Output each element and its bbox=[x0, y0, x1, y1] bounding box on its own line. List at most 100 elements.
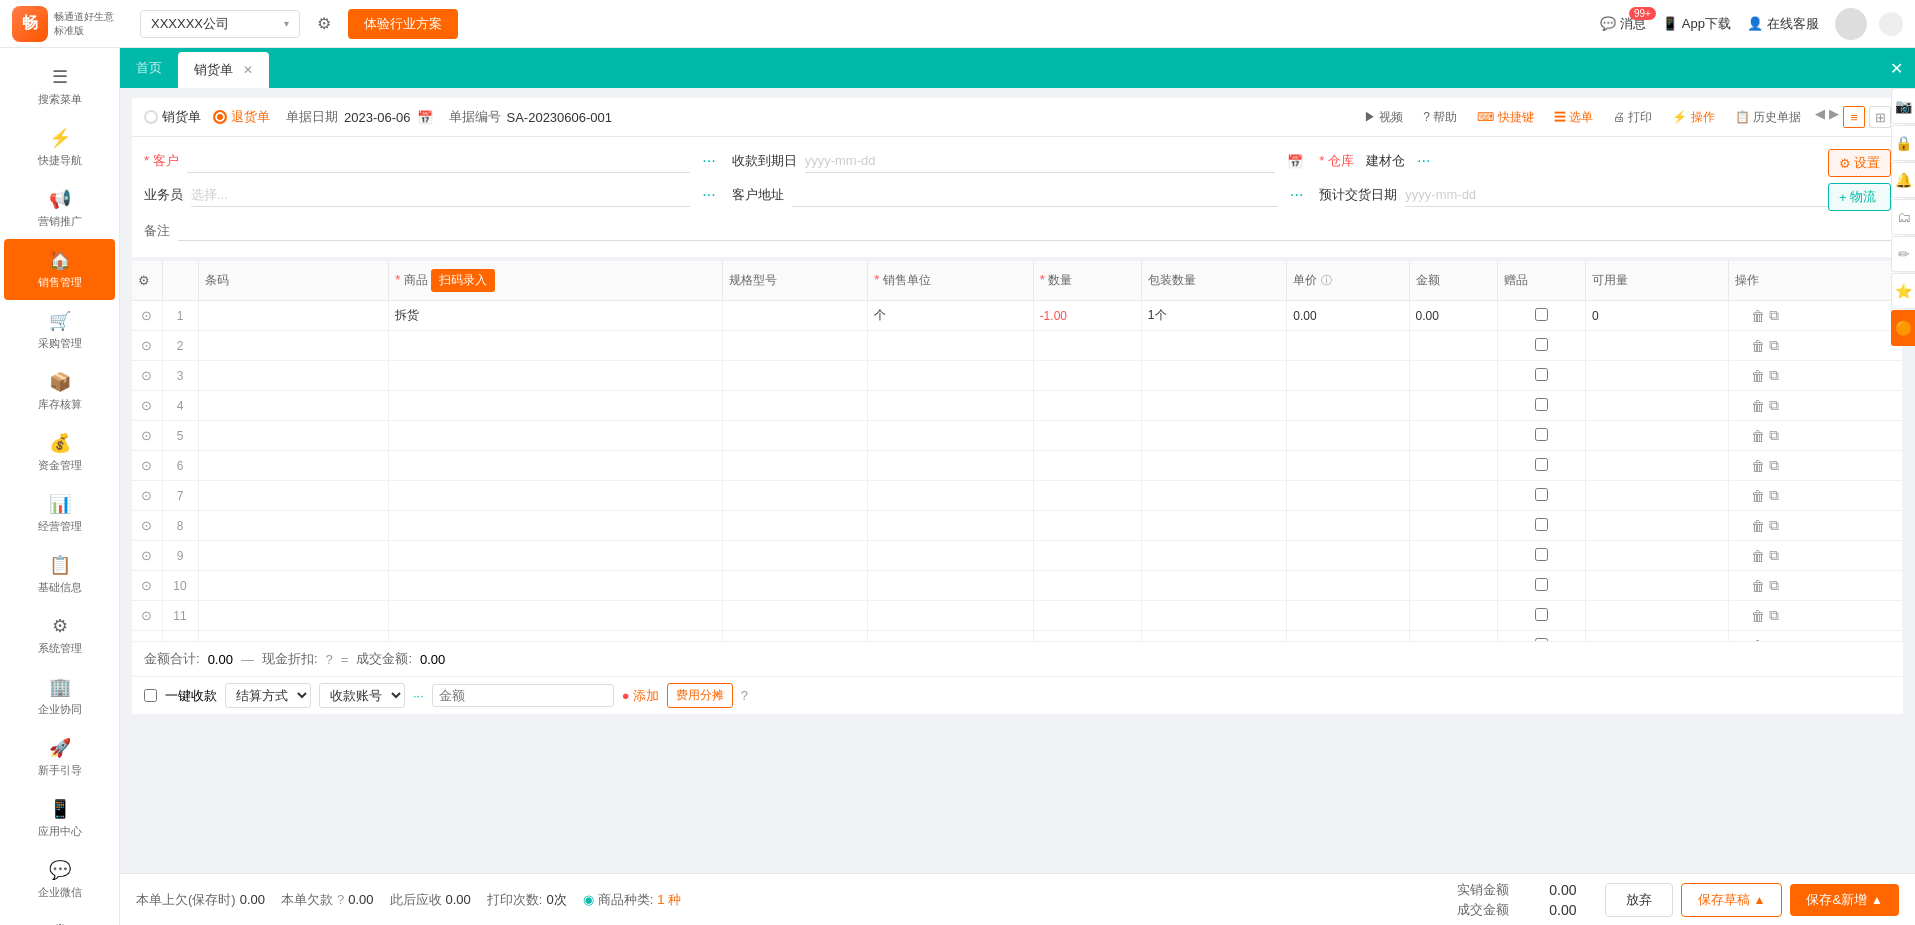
cell-unit-10[interactable] bbox=[868, 601, 1033, 631]
cell-qty-11[interactable] bbox=[1033, 631, 1141, 642]
customer-input[interactable] bbox=[187, 149, 691, 173]
cell-qty-9[interactable] bbox=[1033, 571, 1141, 601]
cell-pkg-9[interactable] bbox=[1141, 571, 1286, 601]
cell-gift-7[interactable] bbox=[1497, 511, 1585, 541]
cell-barcode-9[interactable] bbox=[198, 571, 389, 601]
payment-method-select[interactable]: 结算方式 bbox=[225, 683, 311, 708]
cell-pkg-7[interactable] bbox=[1141, 511, 1286, 541]
cell-spec-6[interactable] bbox=[722, 481, 867, 511]
cell-barcode-4[interactable] bbox=[198, 421, 389, 451]
salesperson-input[interactable] bbox=[191, 183, 690, 207]
cell-pkg-3[interactable] bbox=[1141, 391, 1286, 421]
cell-qty-3[interactable] bbox=[1033, 391, 1141, 421]
cell-spec-9[interactable] bbox=[722, 571, 867, 601]
cell-product-6[interactable] bbox=[389, 481, 723, 511]
sidebar-item-marketing[interactable]: 📢 营销推广 bbox=[0, 178, 119, 239]
row-copy-icon-2[interactable]: ⧉ bbox=[1769, 367, 1779, 384]
cell-gift-10[interactable] bbox=[1497, 601, 1585, 631]
row-copy-icon-6[interactable]: ⧉ bbox=[1769, 487, 1779, 504]
layout-list-icon[interactable]: ≡ bbox=[1843, 106, 1865, 128]
sidebar-item-wechat[interactable]: 💬 企业微信 bbox=[0, 849, 119, 910]
row-delete-icon-11[interactable]: 🗑 bbox=[1751, 638, 1765, 642]
shortcut-btn[interactable]: ⌨ 快捷键 bbox=[1471, 107, 1539, 128]
debt-help-icon[interactable]: ? bbox=[337, 892, 344, 907]
gift-checkbox-2[interactable] bbox=[1535, 368, 1548, 381]
row-gear-icon-3[interactable]: ⊙ bbox=[141, 398, 152, 413]
radio-sales-order[interactable]: 销货单 bbox=[144, 108, 201, 126]
salesperson-dots-icon[interactable]: ··· bbox=[702, 186, 715, 204]
sidebar-item-enterprise[interactable]: 🏢 企业协同 bbox=[0, 666, 119, 727]
save-new-button[interactable]: 保存&新增 ▲ bbox=[1790, 884, 1899, 916]
row-gear-icon-5[interactable]: ⊙ bbox=[141, 458, 152, 473]
cell-product-9[interactable] bbox=[389, 571, 723, 601]
cell-qty-5[interactable] bbox=[1033, 451, 1141, 481]
cell-amount-6[interactable] bbox=[1409, 481, 1497, 511]
cell-spec-8[interactable] bbox=[722, 541, 867, 571]
cell-product-7[interactable] bbox=[389, 511, 723, 541]
tab-home[interactable]: 首页 bbox=[120, 48, 178, 88]
product-count-value[interactable]: 1 种 bbox=[657, 891, 681, 909]
customer-addr-input[interactable] bbox=[792, 183, 1278, 207]
messages-item[interactable]: 💬 消息 99+ bbox=[1600, 15, 1646, 33]
cell-amount-1[interactable] bbox=[1409, 331, 1497, 361]
select-btn[interactable]: ☰ 选单 bbox=[1548, 107, 1599, 128]
sidebar-item-sales[interactable]: 🏠 销售管理 bbox=[4, 239, 115, 300]
cell-unit-3[interactable] bbox=[868, 391, 1033, 421]
gift-checkbox-7[interactable] bbox=[1535, 518, 1548, 531]
cell-price-8[interactable] bbox=[1287, 541, 1409, 571]
cell-spec-0[interactable] bbox=[722, 301, 867, 331]
expense-split-button[interactable]: 费用分摊 bbox=[667, 683, 733, 708]
table-wrapper[interactable]: ⚙ 条码 * 商品 扫码录入 规格型号 * 销售单位 * 数量 包 bbox=[132, 261, 1903, 641]
help-btn[interactable]: ? 帮助 bbox=[1417, 107, 1463, 128]
cell-gift-8[interactable] bbox=[1497, 541, 1585, 571]
gift-checkbox-3[interactable] bbox=[1535, 398, 1548, 411]
cell-price-5[interactable] bbox=[1287, 451, 1409, 481]
row-copy-icon-4[interactable]: ⧉ bbox=[1769, 427, 1779, 444]
cell-price-10[interactable] bbox=[1287, 601, 1409, 631]
gift-checkbox-5[interactable] bbox=[1535, 458, 1548, 471]
help-circle-icon[interactable]: ? bbox=[326, 652, 333, 667]
abandon-button[interactable]: 放弃 bbox=[1605, 883, 1673, 917]
cell-price-9[interactable] bbox=[1287, 571, 1409, 601]
tab-sales-order[interactable]: 销货单 ✕ bbox=[178, 52, 269, 88]
row-gear-icon-6[interactable]: ⊙ bbox=[141, 488, 152, 503]
warehouse-dots-icon[interactable]: ··· bbox=[1417, 152, 1430, 170]
sidebar-item-search[interactable]: ☰ 搜索菜单 bbox=[0, 56, 119, 117]
cell-product-1[interactable] bbox=[389, 331, 723, 361]
cell-barcode-8[interactable] bbox=[198, 541, 389, 571]
sidebar-item-purchase[interactable]: 🛒 采购管理 bbox=[0, 300, 119, 361]
row-gear-icon-8[interactable]: ⊙ bbox=[141, 548, 152, 563]
cell-price-6[interactable] bbox=[1287, 481, 1409, 511]
side-action-camera[interactable]: 📷 bbox=[1891, 88, 1915, 124]
history-btn[interactable]: 📋 历史单据 bbox=[1729, 107, 1807, 128]
cell-gift-9[interactable] bbox=[1497, 571, 1585, 601]
cell-qty-7[interactable] bbox=[1033, 511, 1141, 541]
row-delete-icon-8[interactable]: 🗑 bbox=[1751, 548, 1765, 564]
row-copy-icon-8[interactable]: ⧉ bbox=[1769, 547, 1779, 564]
sidebar-item-operations[interactable]: 📊 经营管理 bbox=[0, 483, 119, 544]
logistics-button[interactable]: + 物流 bbox=[1828, 183, 1891, 211]
side-action-folder[interactable]: 🗂 bbox=[1891, 199, 1915, 235]
cell-spec-1[interactable] bbox=[722, 331, 867, 361]
row-copy-icon-0[interactable]: ⧉ bbox=[1769, 307, 1779, 324]
tab-close-icon[interactable]: ✕ bbox=[243, 63, 253, 77]
cell-price-0[interactable]: 0.00 bbox=[1287, 301, 1409, 331]
row-gear-icon-11[interactable]: ⊙ bbox=[141, 638, 152, 641]
cell-amount-10[interactable] bbox=[1409, 601, 1497, 631]
row-copy-icon-5[interactable]: ⧉ bbox=[1769, 457, 1779, 474]
cell-barcode-3[interactable] bbox=[198, 391, 389, 421]
sidebar-item-finance[interactable]: 💰 资金管理 bbox=[0, 422, 119, 483]
gift-checkbox-11[interactable] bbox=[1535, 638, 1548, 642]
side-action-orange[interactable]: 🟠 bbox=[1891, 310, 1915, 346]
row-gear-icon-10[interactable]: ⊙ bbox=[141, 608, 152, 623]
cell-unit-6[interactable] bbox=[868, 481, 1033, 511]
cell-gift-6[interactable] bbox=[1497, 481, 1585, 511]
gift-checkbox-0[interactable] bbox=[1535, 308, 1548, 321]
row-delete-icon-10[interactable]: 🗑 bbox=[1751, 608, 1765, 624]
cell-amount-0[interactable]: 0.00 bbox=[1409, 301, 1497, 331]
sidebar-item-basic[interactable]: 📋 基础信息 bbox=[0, 544, 119, 605]
settings-icon-top[interactable]: ⚙ bbox=[308, 8, 340, 40]
cell-barcode-5[interactable] bbox=[198, 451, 389, 481]
app-download-item[interactable]: 📱 App下载 bbox=[1662, 15, 1731, 33]
sidebar-item-guide[interactable]: 🚀 新手引导 bbox=[0, 727, 119, 788]
